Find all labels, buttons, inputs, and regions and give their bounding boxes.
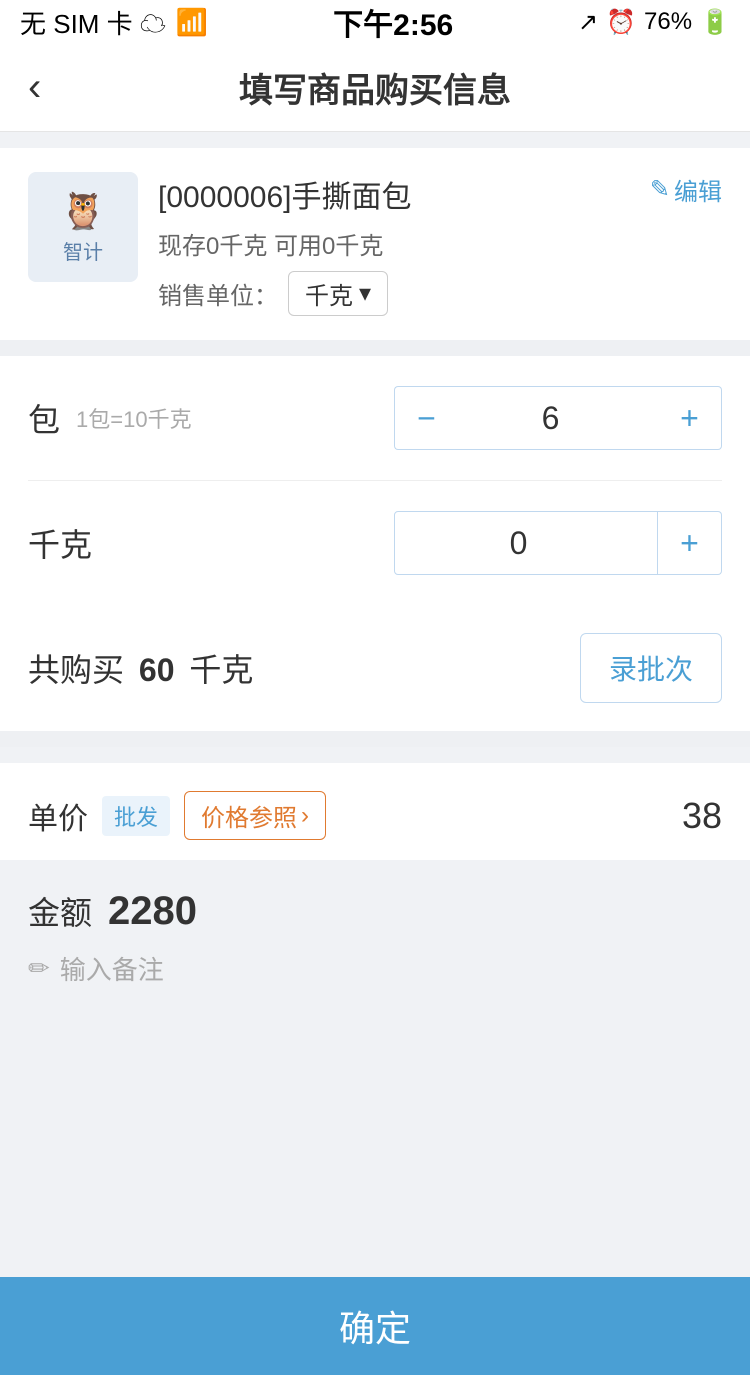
- batch-button[interactable]: 录批次: [580, 633, 722, 703]
- location-icon: ↗: [578, 8, 598, 37]
- product-stock: 现存0千克 可用0千克: [158, 226, 722, 261]
- unit-dropdown-icon: ▾: [359, 279, 371, 308]
- kg-controls: +: [394, 511, 722, 575]
- separator-2: [0, 731, 750, 747]
- total-amount: 60: [139, 652, 175, 688]
- price-label: 单价: [28, 794, 88, 838]
- confirm-button[interactable]: 确定: [0, 1277, 750, 1375]
- bag-row: 包 1包=10千克 − +: [28, 356, 722, 481]
- empty-space: [0, 997, 750, 1277]
- wifi-icon: 📶: [176, 7, 208, 38]
- pencil-icon: ✏: [28, 953, 50, 984]
- status-right: ↗ ⏰ 76% 🔋: [578, 8, 730, 37]
- page-title: 填写商品购买信息: [239, 63, 511, 112]
- product-unit-row: 销售单位： 千克 ▾: [158, 271, 722, 316]
- edit-button[interactable]: ✎ 编辑: [650, 172, 722, 207]
- kg-row: 千克 +: [28, 481, 722, 605]
- alarm-icon: ⏰: [606, 8, 636, 37]
- kg-input[interactable]: [394, 511, 658, 575]
- battery-label: 76%: [644, 8, 692, 36]
- back-button[interactable]: ‹: [28, 65, 41, 110]
- amount-section: 金额 2280 ✏ 输入备注: [0, 860, 750, 997]
- bag-label: 包 1包=10千克: [28, 395, 192, 441]
- total-section: 共购买 60 千克 录批次: [0, 605, 750, 731]
- bag-plus-button[interactable]: +: [658, 386, 722, 450]
- product-card: 🦉 智计 [0000006]手撕面包 ✎ 编辑 现存0千克 可用0千克 销售单位…: [0, 148, 750, 340]
- price-ref-label: 价格参照: [201, 798, 297, 833]
- amount-row: 金额 2280: [28, 888, 722, 934]
- edit-icon: ✎: [650, 175, 670, 204]
- edit-label: 编辑: [674, 172, 722, 207]
- kg-label: 千克: [28, 520, 92, 566]
- price-ref-button[interactable]: 价格参照 ›: [184, 791, 326, 840]
- unit-value: 千克: [305, 276, 353, 311]
- separator-1: [0, 340, 750, 356]
- bag-input[interactable]: [458, 386, 658, 450]
- note-placeholder: 输入备注: [60, 950, 164, 987]
- product-logo-icon: 🦉: [61, 190, 106, 232]
- unit-select[interactable]: 千克 ▾: [288, 271, 388, 316]
- total-prefix: 共购买: [28, 652, 124, 688]
- price-left: 单价 批发 价格参照 ›: [28, 791, 326, 840]
- price-tag: 批发: [102, 796, 170, 836]
- price-section: 单价 批发 价格参照 › 38: [0, 763, 750, 860]
- amount-value: 2280: [108, 889, 197, 934]
- bag-sublabel: 1包=10千克: [76, 402, 192, 434]
- price-ref-icon: ›: [301, 802, 309, 830]
- product-logo-text: 智计: [63, 236, 103, 265]
- kg-plus-button[interactable]: +: [658, 511, 722, 575]
- total-text: 共购买 60 千克: [28, 645, 253, 691]
- status-bar: 无 SIM 卡 ☁ 📶 下午2:56 ↗ ⏰ 76% 🔋: [0, 0, 750, 44]
- product-image: 🦉 智计: [28, 172, 138, 282]
- bag-label-text: 包: [28, 395, 60, 441]
- nav-bar: ‹ 填写商品购买信息: [0, 44, 750, 132]
- unit-label: 销售单位：: [158, 276, 278, 311]
- status-time: 下午2:56: [333, 0, 453, 44]
- sim-label: 无 SIM 卡 ☁: [20, 4, 166, 41]
- product-info: [0000006]手撕面包 ✎ 编辑 现存0千克 可用0千克 销售单位： 千克 …: [158, 172, 722, 316]
- bag-minus-button[interactable]: −: [394, 386, 458, 450]
- total-unit: 千克: [189, 652, 253, 688]
- amount-label: 金额: [28, 888, 92, 934]
- price-value: 38: [682, 795, 722, 837]
- bag-input-section: 包 1包=10千克 − + 千克 +: [0, 356, 750, 605]
- note-row[interactable]: ✏ 输入备注: [28, 950, 722, 987]
- status-left: 无 SIM 卡 ☁ 📶: [20, 4, 208, 41]
- product-name: [0000006]手撕面包: [158, 172, 411, 216]
- battery-icon: 🔋: [700, 8, 730, 37]
- bag-controls: − +: [394, 386, 722, 450]
